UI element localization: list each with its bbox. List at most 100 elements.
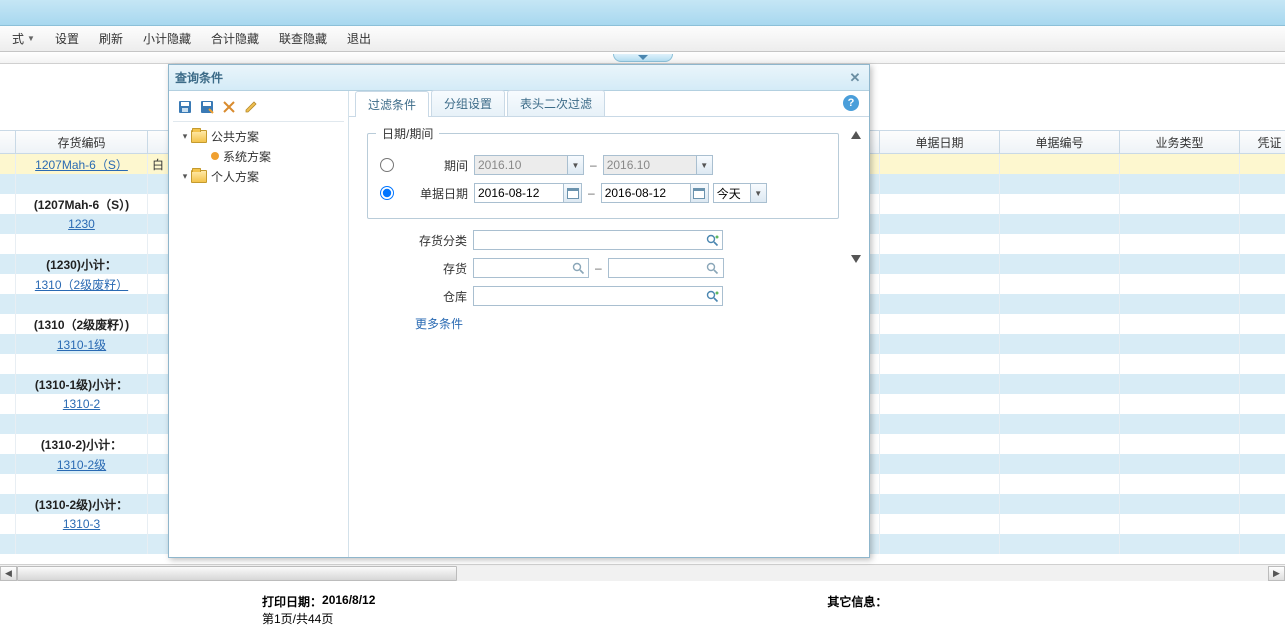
horizontal-scrollbar[interactable]: ◀ ▶ bbox=[0, 564, 1285, 581]
tree-label: 系统方案 bbox=[223, 148, 271, 165]
cell-c4 bbox=[1000, 414, 1120, 434]
query-dialog: 查询条件 ✕ ▾ 公共方案 系统方案 ▾ bbox=[168, 64, 870, 558]
billdate-from-input[interactable]: 2016-08-12 bbox=[474, 183, 564, 203]
today-combo[interactable]: 今天▼ bbox=[713, 183, 767, 203]
cell-code[interactable]: 1230 bbox=[16, 214, 148, 234]
cell-code bbox=[16, 234, 148, 254]
scroll-thumb[interactable] bbox=[17, 566, 457, 581]
inventory-class-input[interactable] bbox=[473, 230, 723, 250]
billdate-to-input[interactable]: 2016-08-12 bbox=[601, 183, 691, 203]
cell-c6 bbox=[1240, 174, 1285, 194]
scroll-right-button[interactable]: ▶ bbox=[1268, 566, 1285, 581]
cell-code bbox=[16, 414, 148, 434]
tab-group[interactable]: 分组设置 bbox=[431, 90, 505, 116]
tree-node-private[interactable]: ▾ 个人方案 bbox=[179, 166, 344, 186]
cell-code[interactable]: 1310-2级 bbox=[16, 454, 148, 474]
scroll-track[interactable] bbox=[17, 566, 1268, 581]
row-blank bbox=[0, 494, 16, 514]
calendar-icon[interactable] bbox=[691, 183, 709, 203]
inventory-from-input[interactable] bbox=[473, 258, 589, 278]
tree-node-public[interactable]: ▾ 公共方案 bbox=[179, 126, 344, 146]
menu-item-total-hide[interactable]: 合计隐藏 bbox=[201, 26, 269, 51]
menu-item-refresh[interactable]: 刷新 bbox=[89, 26, 133, 51]
save-as-icon[interactable] bbox=[199, 99, 215, 115]
collapse-handle[interactable] bbox=[0, 52, 1285, 64]
edit-icon[interactable] bbox=[243, 99, 259, 115]
range-separator: – bbox=[590, 158, 597, 172]
billdate-radio[interactable] bbox=[380, 186, 394, 200]
cell-c6 bbox=[1240, 234, 1285, 254]
cell-c3 bbox=[880, 154, 1000, 174]
lookup-icon[interactable] bbox=[704, 232, 720, 248]
cell-code[interactable]: 1310（2级废籽） bbox=[16, 274, 148, 294]
cell-code[interactable]: 1310-3 bbox=[16, 514, 148, 534]
delete-icon[interactable] bbox=[221, 99, 237, 115]
cell-c5 bbox=[1120, 514, 1240, 534]
period-radio[interactable] bbox=[380, 158, 394, 172]
dialog-titlebar[interactable]: 查询条件 ✕ bbox=[169, 65, 869, 91]
inventory-to-input[interactable] bbox=[608, 258, 724, 278]
chevron-down-icon[interactable]: ▼ bbox=[696, 156, 712, 174]
cell-code bbox=[16, 294, 148, 314]
cell-c4 bbox=[1000, 174, 1120, 194]
menu-item-exit[interactable]: 退出 bbox=[337, 26, 381, 51]
more-conditions-link[interactable]: 更多条件 bbox=[415, 315, 463, 332]
search-icon[interactable] bbox=[570, 260, 586, 276]
menu-item-settings[interactable]: 设置 bbox=[45, 26, 89, 51]
cell-c5 bbox=[1120, 474, 1240, 494]
cell-c4 bbox=[1000, 274, 1120, 294]
cell-code bbox=[16, 474, 148, 494]
period-to-combo[interactable]: 2016.10▼ bbox=[603, 155, 713, 175]
cell-c3 bbox=[880, 314, 1000, 334]
calendar-icon[interactable] bbox=[564, 183, 582, 203]
cell-c3 bbox=[880, 394, 1000, 414]
cell-c4 bbox=[1000, 514, 1120, 534]
cell-c6 bbox=[1240, 354, 1285, 374]
grid-header-biztype[interactable]: 业务类型 bbox=[1120, 131, 1240, 153]
help-icon[interactable]: ? bbox=[843, 95, 859, 111]
cell-c4 bbox=[1000, 254, 1120, 274]
menu-item-drill-hide[interactable]: 联查隐藏 bbox=[269, 26, 337, 51]
warehouse-input[interactable] bbox=[473, 286, 723, 306]
cell-c5 bbox=[1120, 274, 1240, 294]
period-from-combo[interactable]: 2016.10▼ bbox=[474, 155, 584, 175]
row-blank bbox=[0, 334, 16, 354]
grid-header-voucher[interactable]: 凭证 bbox=[1240, 131, 1285, 153]
chevron-down-icon[interactable]: ▼ bbox=[750, 184, 766, 202]
cell-c4 bbox=[1000, 434, 1120, 454]
close-icon[interactable]: ✕ bbox=[847, 70, 863, 86]
footer: 打印日期： 2016/8/12 其它信息： 第1页/共44页 bbox=[0, 581, 1285, 637]
tab-filter[interactable]: 过滤条件 bbox=[355, 91, 429, 117]
search-icon[interactable] bbox=[705, 260, 721, 276]
grid-header-billdate[interactable]: 单据日期 bbox=[880, 131, 1000, 153]
cell-code[interactable]: 1310-1级 bbox=[16, 334, 148, 354]
bullet-icon bbox=[211, 152, 219, 160]
row-blank bbox=[0, 194, 16, 214]
inventory-label: 存货 bbox=[397, 260, 467, 277]
collapse-icon[interactable]: ▾ bbox=[179, 131, 191, 142]
scroll-up-icon[interactable] bbox=[848, 127, 864, 143]
row-blank bbox=[0, 454, 16, 474]
lookup-icon[interactable] bbox=[704, 288, 720, 304]
chevron-down-icon[interactable]: ▼ bbox=[567, 156, 583, 174]
collapse-icon[interactable]: ▾ bbox=[179, 171, 191, 182]
cell-code: (1310（2级废籽）) bbox=[16, 314, 148, 334]
scroll-left-button[interactable]: ◀ bbox=[0, 566, 17, 581]
grid-header-code[interactable]: 存货编码 bbox=[16, 131, 148, 153]
tab-secondary-filter[interactable]: 表头二次过滤 bbox=[507, 90, 605, 116]
form-vertical-scroll[interactable] bbox=[847, 127, 865, 267]
row-blank bbox=[0, 414, 16, 434]
cell-c5 bbox=[1120, 414, 1240, 434]
row-blank bbox=[0, 514, 16, 534]
cell-c6 bbox=[1240, 274, 1285, 294]
cell-code[interactable]: 1310-2 bbox=[16, 394, 148, 414]
cell-code[interactable]: 1207Mah-6（S） bbox=[16, 154, 148, 174]
menu-item-subtotal-hide[interactable]: 小计隐藏 bbox=[133, 26, 201, 51]
tree-node-system[interactable]: 系统方案 bbox=[179, 146, 344, 166]
menu-item-style[interactable]: 式▼ bbox=[2, 26, 45, 51]
save-icon[interactable] bbox=[177, 99, 193, 115]
grid-header-billno[interactable]: 单据编号 bbox=[1000, 131, 1120, 153]
scroll-down-icon[interactable] bbox=[848, 251, 864, 267]
cell-c3 bbox=[880, 454, 1000, 474]
cell-c4 bbox=[1000, 214, 1120, 234]
